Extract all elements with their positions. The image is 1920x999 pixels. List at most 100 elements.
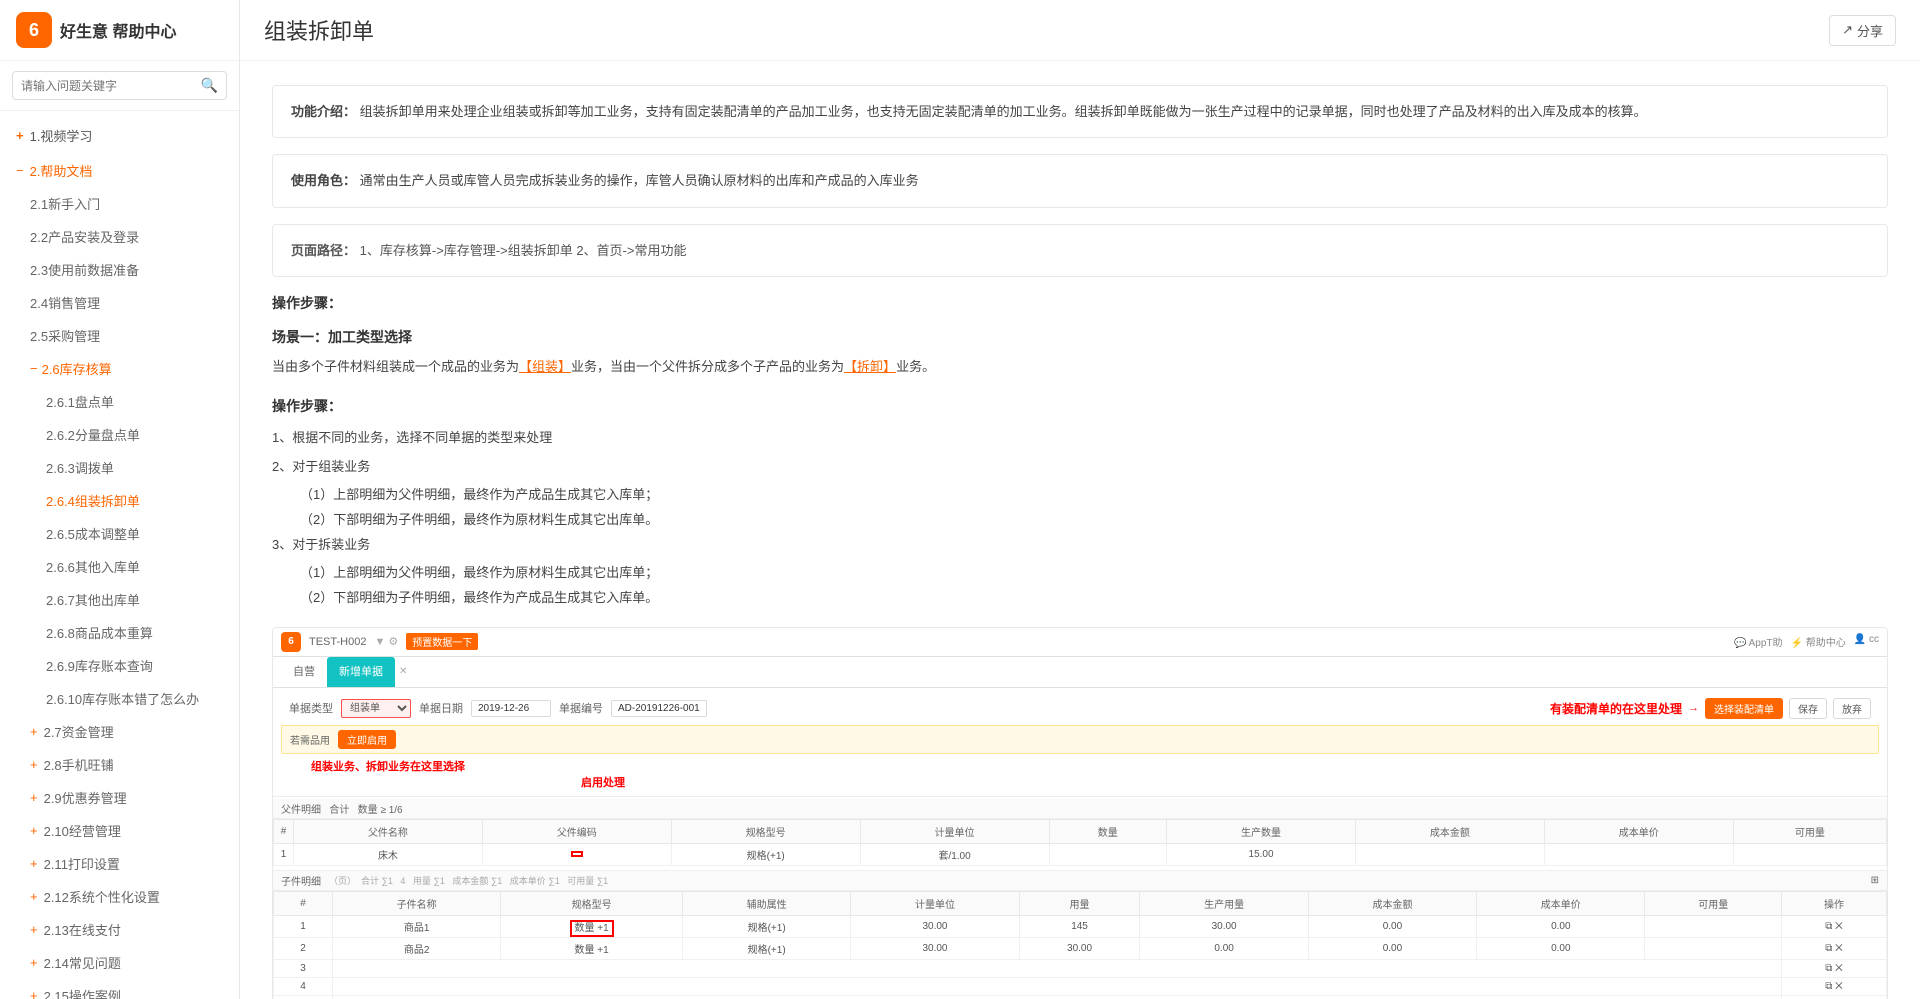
sidebar-item-2-1[interactable]: 2.1新手入门	[0, 187, 239, 220]
logo-area: 6 好生意 帮助中心	[0, 0, 239, 61]
page-title: 组装拆卸单	[264, 14, 374, 46]
step-2: 2、对于组装业务	[272, 455, 1888, 480]
path-text: 1、库存核算->库存管理->组装拆卸单 2、首页->常用功能	[360, 243, 687, 258]
minus-icon: −	[16, 163, 24, 178]
search-icon[interactable]: 🔍	[201, 77, 218, 94]
mock-type-select[interactable]: 组装单 拆卸单	[341, 699, 411, 718]
mock-tab-self[interactable]: 自营	[281, 657, 327, 687]
label: 2.5采购管理	[30, 326, 100, 345]
plus-icon-2-15: +	[30, 988, 38, 999]
main-header: 组装拆卸单 ↗ 分享	[240, 0, 1920, 61]
sidebar-item-2-6-6[interactable]: 2.6.6其他入库单	[0, 550, 239, 583]
td-child-available	[1645, 915, 1782, 937]
sidebar-item-2-6-1[interactable]: 2.6.1盘点单	[0, 385, 239, 418]
delete-icon[interactable]: ✕	[1835, 963, 1843, 974]
nav-list: + 1.视频学习 − 2.帮助文档 2.1新手入门 2.2产品安装及登录 2.3…	[0, 111, 239, 999]
path-block: 页面路径： 1、库存核算->库存管理->组装拆卸单 2、首页->常用功能	[272, 224, 1888, 277]
delete-icon[interactable]: ✕	[1835, 921, 1843, 932]
minus-icon-2-6: −	[30, 361, 38, 376]
mock-enable-btn[interactable]: 立即启用	[338, 730, 396, 749]
sidebar-item-2-13[interactable]: + 2.13在线支付	[0, 913, 239, 946]
sidebar-item-2-14[interactable]: + 2.14常见问题	[0, 946, 239, 979]
role-text: 通常由生产人员或库管人员完成拆装业务的操作，库管人员确认原材料的出库和产成品的入…	[360, 173, 919, 188]
sidebar-item-2-4[interactable]: 2.4销售管理	[0, 286, 239, 319]
screenshot-inner: 6 TEST-H002 ▼ ⚙ 预置数据一下 💬 AppT助 ⚡ 帮助中心 👤 …	[273, 628, 1887, 999]
mock-save-btn[interactable]: 保存	[1789, 698, 1827, 719]
copy-icon[interactable]: ⧉	[1825, 963, 1832, 974]
mock-number-value: AD-20191226-001	[611, 700, 707, 717]
sidebar-item-2-6-5[interactable]: 2.6.5成本调整单	[0, 517, 239, 550]
share-icon: ↗	[1842, 22, 1853, 38]
sidebar-item-2-8[interactable]: + 2.8手机旺铺	[0, 748, 239, 781]
mock-upper-table-head: # 父件名称 父件编码 规格型号 计量单位 数量 生产数量 成本金额 成本单价	[274, 819, 1887, 843]
mock-close-btn[interactable]: ✕	[399, 666, 407, 677]
link-assembly[interactable]: 【组装】	[519, 359, 571, 374]
mock-cancel-btn[interactable]: 放弃	[1833, 698, 1871, 719]
delete-icon[interactable]: ✕	[1835, 981, 1843, 992]
th-child-unit: 计量单位	[851, 891, 1019, 915]
td-empty	[332, 959, 1781, 977]
sidebar-item-video[interactable]: + 1.视频学习	[0, 119, 239, 152]
search-box[interactable]: 🔍	[12, 71, 227, 100]
td-lnum: 4	[274, 977, 333, 995]
mock-upper-table-container: # 父件名称 父件编码 规格型号 计量单位 数量 生产数量 成本金额 成本单价	[273, 819, 1887, 866]
step-3-2: （2）下部明细为子件明细，最终作为产成品生成其它入库单。	[300, 586, 1888, 611]
label: 2.10经营管理	[44, 821, 121, 840]
sidebar-item-2-6[interactable]: − 2.6库存核算	[0, 352, 239, 385]
sidebar-item-label: 2.帮助文档	[30, 161, 93, 180]
mock-lower-table-body: 1 商品1 数量 +1 规格(+1) 30.00 145 30.00 0.00 …	[274, 915, 1887, 999]
label: 2.7资金管理	[44, 722, 114, 741]
copy-icon[interactable]: ⧉	[1825, 921, 1832, 932]
mock-upper-table-area: 父件明细 合计 数量 ≥ 1/6 # 父件名称 父件编码 规格型号 计量单位	[273, 797, 1887, 868]
mock-date-value: 2019-12-26	[471, 700, 551, 717]
sidebar-item-2-10[interactable]: + 2.10经营管理	[0, 814, 239, 847]
mock-annotation-group: 组装业务、拆卸业务在这里选择 启用处理	[281, 758, 625, 790]
step-2-1: （1）上部明细为父件明细，最终作为产成品生成其它入库单；	[300, 483, 1888, 508]
label: 2.6库存核算	[42, 359, 112, 378]
sidebar-item-2-12[interactable]: + 2.12系统个性化设置	[0, 880, 239, 913]
sidebar-item-2-6-10[interactable]: 2.6.10库存账本错了怎么办	[0, 682, 239, 715]
mock-preload-btn: 预置数据一下	[406, 633, 478, 650]
mock-lower-header-row: # 子件名称 规格型号 辅助属性 计量单位 用量 生产用量 成本金额 成本单价	[274, 891, 1887, 915]
share-button[interactable]: ↗ 分享	[1829, 15, 1896, 46]
label: 2.6.3调拨单	[46, 458, 114, 477]
sidebar-item-2-7[interactable]: + 2.7资金管理	[0, 715, 239, 748]
mock-help: ⚡ 帮助中心	[1791, 634, 1846, 649]
mock-form-row-1: 单据类型 组装单 拆卸单 单据日期 2019-12-26 单据编号 AD-201…	[281, 694, 1879, 723]
sidebar-item-2-5[interactable]: 2.5采购管理	[0, 319, 239, 352]
plus-icon-2-13: +	[30, 922, 38, 937]
sidebar-item-help-docs[interactable]: − 2.帮助文档	[0, 154, 239, 187]
highlighted-cell	[571, 851, 583, 857]
sidebar-item-2-11[interactable]: + 2.11打印设置	[0, 847, 239, 880]
delete-icon[interactable]: ✕	[1835, 943, 1843, 954]
td-lnum: 3	[274, 959, 333, 977]
td-child-usage: 30.00	[1019, 937, 1140, 959]
sidebar-item-2-6-8[interactable]: 2.6.8商品成本重算	[0, 616, 239, 649]
sidebar-item-2-6-4[interactable]: 2.6.4组装拆卸单	[0, 484, 239, 517]
nav-section-2: − 2.帮助文档 2.1新手入门 2.2产品安装及登录 2.3使用前数据准备 2…	[0, 154, 239, 999]
sidebar-item-2-6-2[interactable]: 2.6.2分量盘点单	[0, 418, 239, 451]
sidebar-item-2-3[interactable]: 2.3使用前数据准备	[0, 253, 239, 286]
sidebar-item-2-6-3[interactable]: 2.6.3调拨单	[0, 451, 239, 484]
mock-assembly-btn[interactable]: 选择装配清单	[1705, 698, 1783, 719]
mock-tab-new[interactable]: 新增单据	[327, 657, 395, 687]
mock-lower-table: # 子件名称 规格型号 辅助属性 计量单位 用量 生产用量 成本金额 成本单价	[273, 891, 1887, 999]
label: 2.8手机旺铺	[44, 755, 114, 774]
copy-icon[interactable]: ⧉	[1825, 943, 1832, 954]
td-child-ops: ⧉ ✕	[1782, 959, 1887, 977]
sidebar-item-2-6-9[interactable]: 2.6.9库存账本查询	[0, 649, 239, 682]
label: 2.6.5成本调整单	[46, 524, 140, 543]
td-child-cost-price: 0.00	[1477, 937, 1645, 959]
link-disassembly[interactable]: 【拆卸】	[844, 359, 896, 374]
step-3: 3、对于拆装业务	[272, 533, 1888, 558]
intro-block: 功能介绍： 组装拆卸单用来处理企业组装或拆卸等加工业务，支持有固定装配清单的产品…	[272, 85, 1888, 138]
label: 2.2产品安装及登录	[30, 227, 139, 246]
sidebar-item-2-9[interactable]: + 2.9优惠券管理	[0, 781, 239, 814]
mock-lower-table-head: # 子件名称 规格型号 辅助属性 计量单位 用量 生产用量 成本金额 成本单价	[274, 891, 1887, 915]
search-input[interactable]	[21, 79, 201, 93]
sidebar-item-2-6-7[interactable]: 2.6.7其他出库单	[0, 583, 239, 616]
sidebar-item-2-15[interactable]: + 2.15操作案例	[0, 979, 239, 999]
label: 2.6.4组装拆卸单	[46, 491, 140, 510]
copy-icon[interactable]: ⧉	[1825, 981, 1832, 992]
sidebar-item-2-2[interactable]: 2.2产品安装及登录	[0, 220, 239, 253]
